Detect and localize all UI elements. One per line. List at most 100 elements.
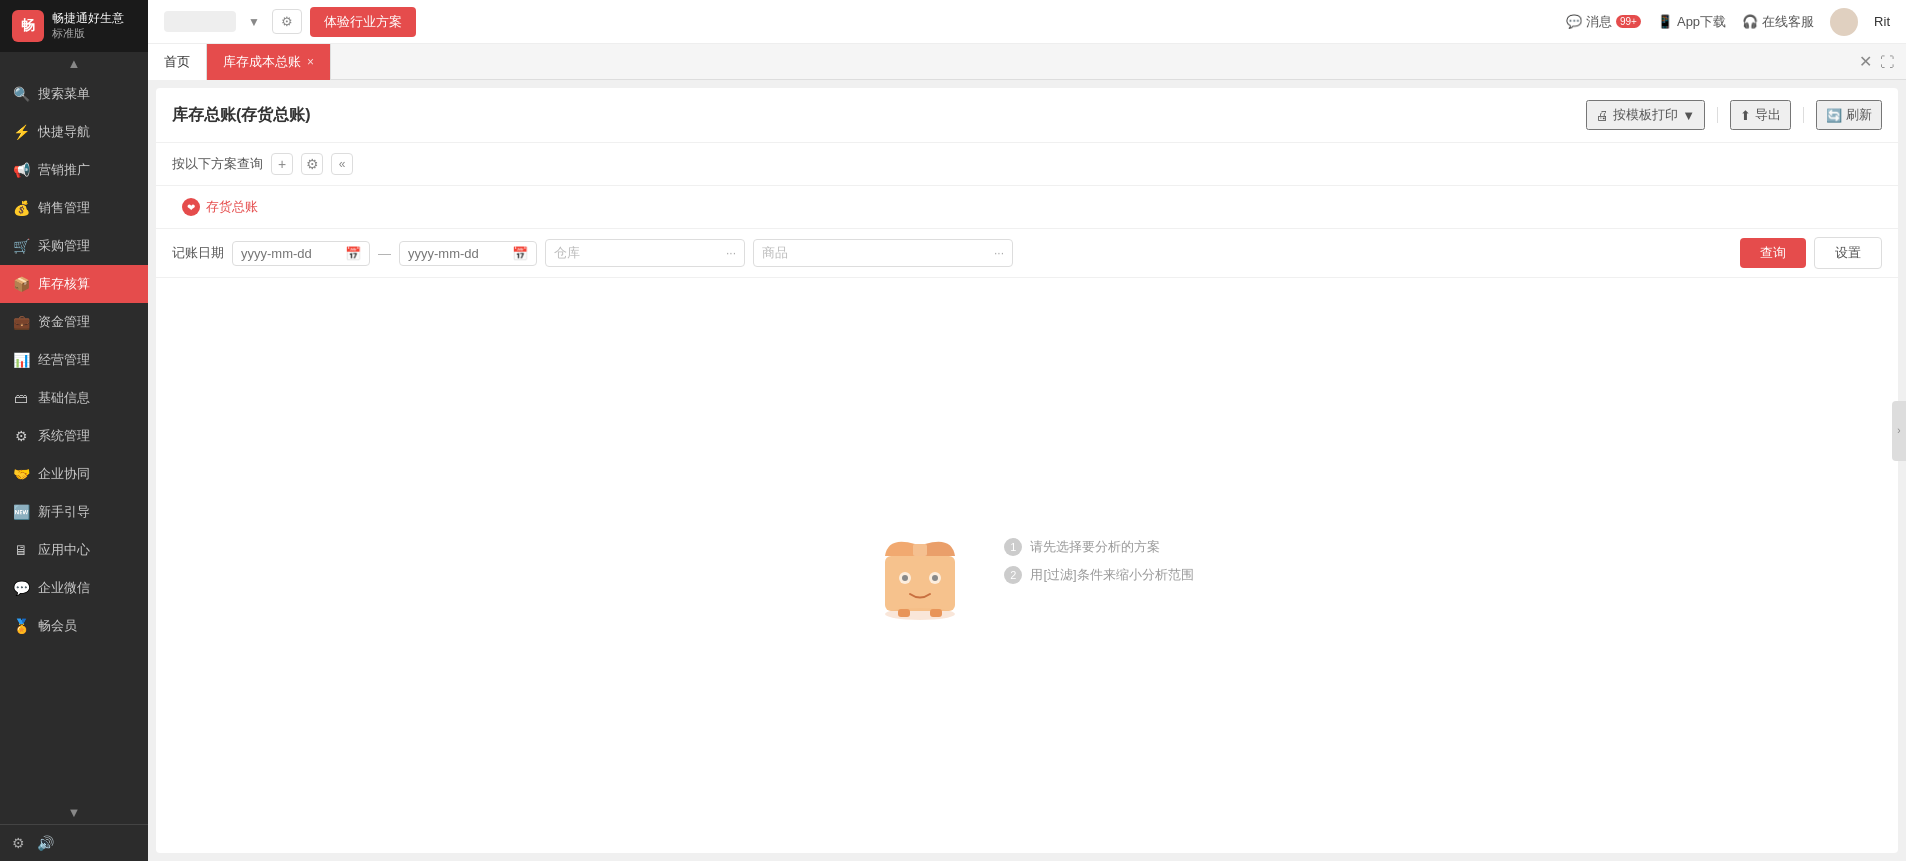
tab-home[interactable]: 首页 [148,44,207,80]
marketing-icon: 📢 [12,162,30,178]
app-download-btn[interactable]: 📱 App下载 [1657,13,1726,31]
print-icon: 🖨 [1596,108,1609,123]
search-menu-label: 搜索菜单 [38,85,90,103]
message-label: 消息 [1586,13,1612,31]
search-icon: 🔍 [12,86,30,102]
tabs-bar-close-btn[interactable]: ✕ [1859,52,1872,71]
settings-footer-btn[interactable]: ⚙ [12,835,25,851]
export-btn[interactable]: ⬆ 导出 [1730,100,1791,130]
message-btn[interactable]: 💬 消息 99+ [1566,13,1641,31]
sidebar-item-vip[interactable]: 🏅 畅会员 [0,607,148,645]
filter-scheme: ❤ 存货总账 [156,186,1898,229]
vip-icon: 🏅 [12,618,30,634]
topbar-right: 💬 消息 99+ 📱 App下载 🎧 在线客服 Rit [1566,8,1890,36]
right-sidebar-toggle[interactable]: › [1892,401,1906,461]
inventory-icon: 📦 [12,276,30,292]
sidebar: 畅 畅捷通好生意 标准版 ▲ 🔍 搜索菜单 ⚡ 快捷导航 📢 营销推广 💰 销售… [0,0,148,861]
calendar-icon-start[interactable]: 📅 [345,246,361,261]
date-start-wrapper: 📅 [232,241,370,266]
tab-close-btn[interactable]: × [307,55,314,69]
date-end-wrapper: 📅 [399,241,537,266]
sidebar-item-inventory[interactable]: 📦 库存核算 [0,265,148,303]
page-title: 库存总账(存货总账) [172,105,311,126]
tab-home-label: 首页 [164,53,190,71]
app-download-icon: 📱 [1657,14,1673,29]
sidebar-item-guide[interactable]: 🆕 新手引导 [0,493,148,531]
industry-btn[interactable]: 体验行业方案 [310,7,416,37]
sales-icon: 💰 [12,200,30,216]
sales-label: 销售管理 [38,199,90,217]
scheme-item[interactable]: ❤ 存货总账 [172,194,268,220]
sidebar-item-enterprise[interactable]: 🤝 企业协同 [0,455,148,493]
sidebar-item-appcenter[interactable]: 🖥 应用中心 [0,531,148,569]
appcenter-icon: 🖥 [12,542,30,558]
export-label: 导出 [1755,106,1781,124]
action-sep-1 [1717,107,1718,123]
finance-icon: 💼 [12,314,30,330]
export-icon: ⬆ [1740,108,1751,123]
sidebar-item-purchase[interactable]: 🛒 采购管理 [0,227,148,265]
basics-label: 基础信息 [38,389,90,407]
refresh-btn[interactable]: 🔄 刷新 [1816,100,1882,130]
main-area: ▼ ⚙ 体验行业方案 💬 消息 99+ 📱 App下载 🎧 在线客服 Rit 首… [148,0,1906,861]
refresh-icon: 🔄 [1826,108,1842,123]
brand-name: 畅捷通好生意 [52,11,124,27]
query-btn[interactable]: 查询 [1740,238,1806,268]
tabs-bar-expand-btn[interactable]: ⛶ [1880,54,1894,70]
svg-rect-1 [885,556,955,611]
message-badge: 99+ [1616,15,1641,28]
appcenter-label: 应用中心 [38,541,90,559]
print-dropdown-icon: ▼ [1682,108,1695,123]
tab-inventory-ledger[interactable]: 库存成本总账 × [207,44,331,80]
brand-info: 畅捷通好生意 标准版 [52,11,124,42]
product-more-btn[interactable]: ··· [994,246,1004,260]
marketing-label: 营销推广 [38,161,90,179]
svg-rect-8 [930,609,942,617]
user-avatar[interactable] [1830,8,1858,36]
sidebar-item-quick-nav[interactable]: ⚡ 快捷导航 [0,113,148,151]
guide-icon: 🆕 [12,504,30,520]
filter-settings-btn[interactable]: ⚙ [301,153,323,175]
online-service-label: 在线客服 [1762,13,1814,31]
warehouse-more-btn[interactable]: ··· [726,246,736,260]
sidebar-scroll-down[interactable]: ▼ [0,801,148,824]
sidebar-item-sales[interactable]: 💰 销售管理 [0,189,148,227]
page-header: 库存总账(存货总账) 🖨 按模板打印 ▼ ⬆ 导出 🔄 [156,88,1898,143]
purchase-label: 采购管理 [38,237,90,255]
message-icon: 💬 [1566,14,1582,29]
sidebar-item-operations[interactable]: 📊 经营管理 [0,341,148,379]
enterprise-label: 企业协同 [38,465,90,483]
calendar-icon-end[interactable]: 📅 [512,246,528,261]
date-start-input[interactable] [241,246,341,261]
filter-collapse-btn[interactable]: « [331,153,353,175]
empty-hint-2-text: 用[过滤]条件来缩小分析范围 [1030,566,1193,584]
tabs-bar: 首页 库存成本总账 × ✕ ⛶ [148,44,1906,80]
sidebar-item-marketing[interactable]: 📢 营销推广 [0,151,148,189]
sidebar-item-wechat[interactable]: 💬 企业微信 [0,569,148,607]
search-menu[interactable]: 🔍 搜索菜单 [0,75,148,113]
sidebar-scroll-up[interactable]: ▲ [0,52,148,75]
nav-dropdown-btn[interactable]: ▼ [244,13,264,31]
warehouse-field[interactable]: 仓库 ··· [545,239,745,267]
column-settings-btn[interactable]: 设置 [1814,237,1882,269]
tabs-bar-right: ✕ ⛶ [1859,52,1906,71]
warehouse-label: 仓库 [554,244,726,262]
print-btn[interactable]: 🖨 按模板打印 ▼ [1586,100,1705,130]
online-service-btn[interactable]: 🎧 在线客服 [1742,13,1814,31]
print-label: 按模板打印 [1613,106,1678,124]
sidebar-item-system[interactable]: ⚙ 系统管理 [0,417,148,455]
date-label: 记账日期 [172,244,224,262]
sidebar-item-basics[interactable]: 🗃 基础信息 [0,379,148,417]
breadcrumb [164,11,236,32]
empty-text-list: 1 请先选择要分析的方案 2 用[过滤]条件来缩小分析范围 [1004,538,1193,594]
sound-footer-btn[interactable]: 🔊 [37,835,54,851]
user-name[interactable]: Rit [1874,14,1890,29]
sidebar-item-finance[interactable]: 💼 资金管理 [0,303,148,341]
date-end-input[interactable] [408,246,508,261]
filter-add-btn[interactable]: + [271,153,293,175]
empty-hint-2: 2 用[过滤]条件来缩小分析范围 [1004,566,1193,584]
topbar-settings-btn[interactable]: ⚙ [272,9,302,34]
product-field[interactable]: 商品 ··· [753,239,1013,267]
svg-rect-7 [898,609,910,617]
finance-label: 资金管理 [38,313,90,331]
